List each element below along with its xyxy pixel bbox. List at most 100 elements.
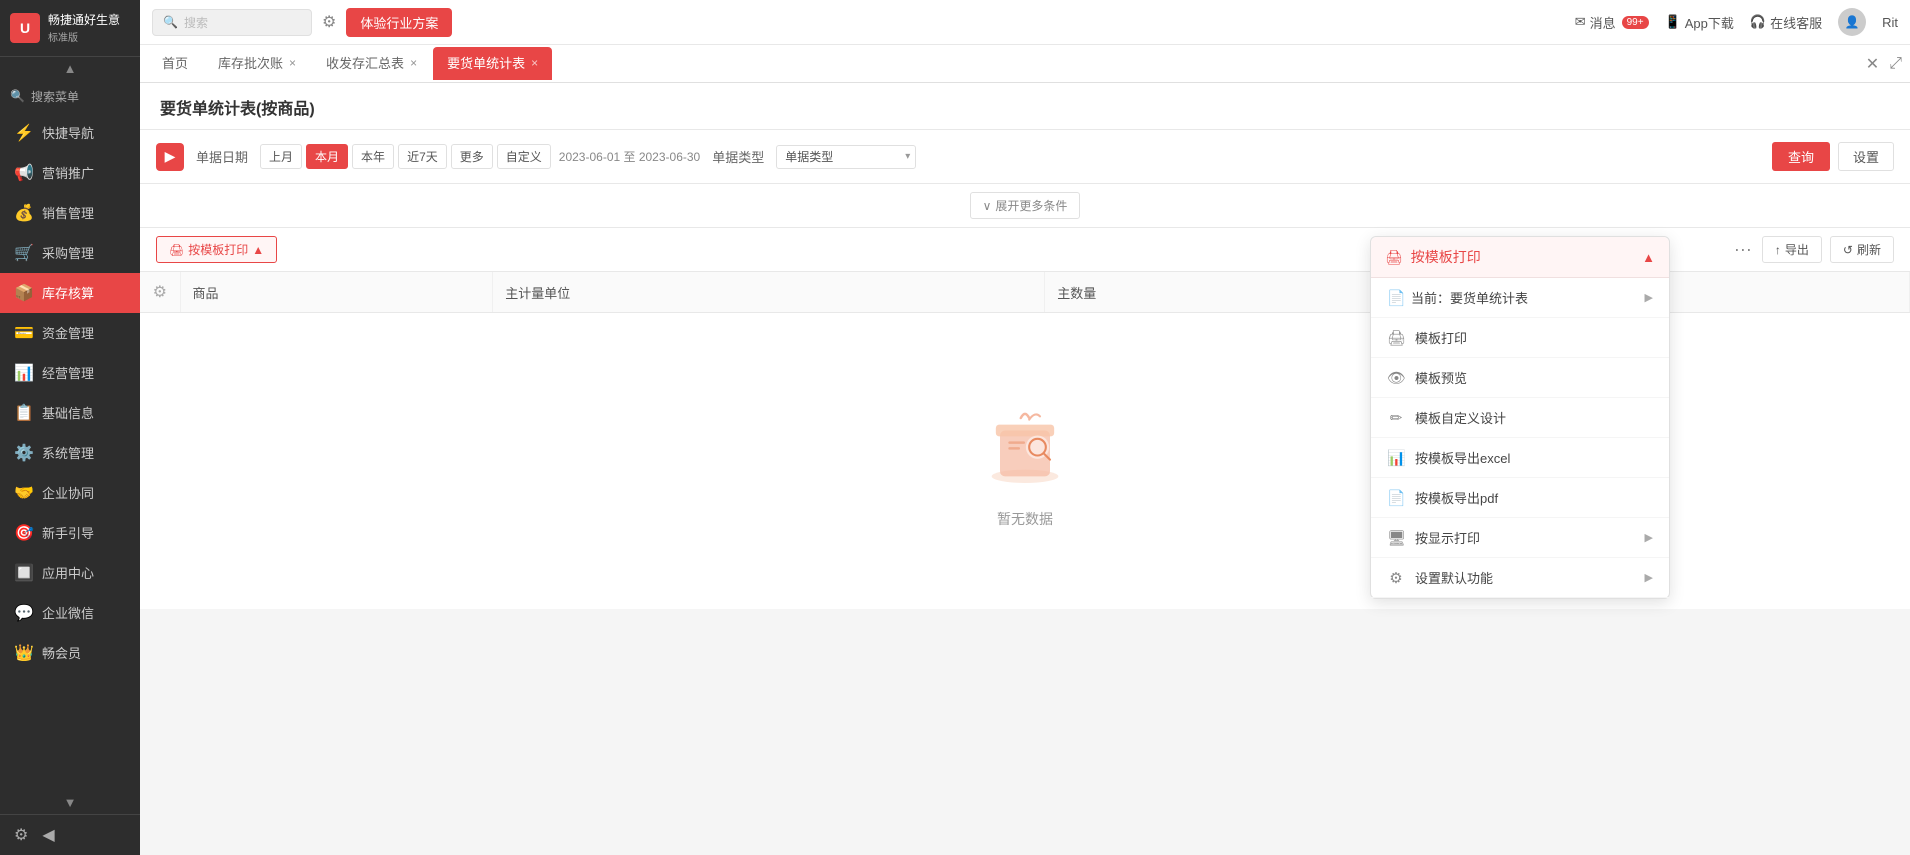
filter-more-date-btn[interactable]: 更多 [451, 144, 493, 169]
sidebar-item-operation[interactable]: 📊 经营管理 [0, 353, 140, 393]
dropdown-template-design[interactable]: ✏ 模板自定义设计 [1371, 398, 1669, 438]
online-service-icon: 🎧 [1750, 14, 1766, 30]
sidebar-item-appstore-label: 应用中心 [42, 563, 94, 582]
topbar-app-download[interactable]: 📱 App下载 [1665, 13, 1734, 32]
app-name-block: 畅捷通好生意 标准版 [48, 12, 120, 44]
display-print-icon: 🖥 [1387, 529, 1405, 547]
filter-bill-type-select[interactable]: 单据类型 [776, 145, 916, 169]
expand-more-label: 展开更多条件 [995, 197, 1067, 214]
sidebar-collapse-icon[interactable]: ◀ [42, 825, 54, 845]
dropdown-display-print[interactable]: 🖥 按显示打印 ▶ [1371, 518, 1669, 558]
filter-date-group: 上月 本月 本年 近7天 更多 自定义 2023-06-01 至 2023-06… [260, 144, 700, 169]
member-icon: 👑 [14, 643, 34, 663]
sidebar-item-enterprise[interactable]: 🤝 企业协同 [0, 473, 140, 513]
dropdown-export-pdf[interactable]: 📄 按模板导出pdf [1371, 478, 1669, 518]
sidebar-search[interactable]: 🔍 搜索菜单 [0, 80, 140, 113]
sidebar-scroll-down[interactable]: ▼ [0, 791, 140, 814]
sidebar-item-wechat-label: 企业微信 [42, 603, 94, 622]
expand-more-btn[interactable]: ∨ 展开更多条件 [970, 192, 1081, 219]
display-print-arrow: ▶ [1645, 531, 1653, 544]
dropdown-panel-title: 🖨 按模板打印 [1385, 247, 1481, 267]
tab-close-all-icon[interactable]: ✕ [1866, 54, 1879, 74]
sidebar-item-purchase[interactable]: 🛒 采购管理 [0, 233, 140, 273]
filter-expand-btn[interactable]: ▶ [156, 143, 184, 171]
dropdown-panel-close-icon[interactable]: ▲ [1642, 250, 1655, 265]
tab-inventory-batch-close[interactable]: × [289, 56, 296, 70]
topbar-search-icon: 🔍 [163, 15, 178, 29]
sidebar-item-marketing-label: 营销推广 [42, 163, 94, 182]
toolbar-more-btn[interactable]: ··· [1732, 237, 1754, 262]
topbar-message[interactable]: ✉ 消息 99+ [1575, 13, 1649, 32]
sidebar-scroll-up[interactable]: ▲ [0, 57, 140, 80]
dropdown-export-excel[interactable]: 📊 按模板导出excel [1371, 438, 1669, 478]
sidebar-item-system[interactable]: ⚙️ 系统管理 [0, 433, 140, 473]
template-preview-icon: 👁 [1387, 369, 1405, 387]
purchase-icon: 🛒 [14, 243, 34, 263]
topbar-username[interactable]: Rit [1882, 15, 1898, 30]
topbar-search-placeholder: 搜索 [184, 14, 208, 31]
dropdown-sub-left: 📄 当前：要货单统计表 [1387, 288, 1528, 307]
export-btn[interactable]: ↑ 导出 [1762, 236, 1822, 263]
sidebar-item-sales[interactable]: 💰 销售管理 [0, 193, 140, 233]
main-area: 🔍 搜索 ⚙ 体验行业方案 ✉ 消息 99+ 📱 App下载 🎧 在线客服 👤 … [140, 0, 1910, 855]
export-excel-icon: 📊 [1387, 449, 1405, 467]
tab-inventory-batch[interactable]: 库存批次账 × [204, 47, 310, 80]
search-icon: 🔍 [10, 89, 25, 103]
table-toolbar: 🖨 按模板打印 ▲ ··· ↑ 导出 ↺ 刷新 🖨 按模板打印 [140, 228, 1910, 272]
sidebar-item-basic[interactable]: 📋 基础信息 [0, 393, 140, 433]
sidebar-item-quick-nav[interactable]: ⚡ 快捷导航 [0, 113, 140, 153]
sidebar-settings-icon[interactable]: ⚙ [14, 825, 28, 845]
sidebar-item-wechat[interactable]: 💬 企业微信 [0, 593, 140, 633]
filter-custom-date-btn[interactable]: 自定义 [497, 144, 551, 169]
settings-btn[interactable]: 设置 [1838, 142, 1894, 171]
dropdown-default-settings[interactable]: ⚙ 设置默认功能 ▶ [1371, 558, 1669, 598]
topbar-gear-icon[interactable]: ⚙ [322, 12, 336, 32]
tab-receipt-summary[interactable]: 收发存汇总表 × [312, 47, 431, 80]
tab-receipt-summary-close[interactable]: × [410, 56, 417, 70]
dropdown-template-print[interactable]: 🖨 模板打印 [1371, 318, 1669, 358]
sidebar-item-member[interactable]: 👑 畅会员 [0, 633, 140, 673]
basic-icon: 📋 [14, 403, 34, 423]
table-col-goods: 商品 [180, 272, 493, 313]
query-btn[interactable]: 查询 [1772, 142, 1830, 171]
tab-order-stats-close[interactable]: × [531, 56, 538, 70]
topbar-avatar[interactable]: 👤 [1838, 8, 1866, 36]
display-print-label: 按显示打印 [1415, 528, 1480, 547]
sidebar-item-appstore[interactable]: 🔲 应用中心 [0, 553, 140, 593]
tab-inventory-batch-label: 库存批次账 [218, 53, 283, 72]
dropdown-template-preview[interactable]: 👁 模板预览 [1371, 358, 1669, 398]
sidebar-item-operation-label: 经营管理 [42, 363, 94, 382]
tab-order-stats[interactable]: 要货单统计表 × [433, 47, 552, 80]
expand-bar: ∨ 展开更多条件 [140, 184, 1910, 228]
sidebar-item-marketing[interactable]: 📢 营销推广 [0, 153, 140, 193]
filter-current-year-btn[interactable]: 本年 [352, 144, 394, 169]
inventory-icon: 📦 [14, 283, 34, 303]
template-preview-label: 模板预览 [1415, 368, 1467, 387]
table-settings-icon[interactable]: ⚙ [153, 284, 167, 301]
dropdown-panel-header: 🖨 按模板打印 ▲ [1371, 237, 1669, 278]
trial-btn[interactable]: 体验行业方案 [346, 8, 452, 37]
topbar-online-service[interactable]: 🎧 在线客服 [1750, 13, 1822, 32]
sidebar-item-finance[interactable]: 💳 资金管理 [0, 313, 140, 353]
current-template-arrow: ▶ [1645, 291, 1653, 304]
filter-last-7-days-btn[interactable]: 近7天 [398, 144, 447, 169]
sidebar-item-inventory[interactable]: 📦 库存核算 [0, 273, 140, 313]
print-template-btn[interactable]: 🖨 按模板打印 ▲ [156, 236, 277, 263]
table-col-unit: 主计量单位 [493, 272, 1045, 313]
topbar-app-download-label: App下载 [1685, 13, 1734, 32]
display-print-left: 🖥 按显示打印 [1387, 528, 1480, 547]
tab-maximize-icon[interactable]: ⤢ [1889, 55, 1902, 73]
sidebar-item-member-label: 畅会员 [42, 643, 81, 662]
topbar-message-label: 消息 [1590, 13, 1616, 32]
topbar-search[interactable]: 🔍 搜索 [152, 9, 312, 36]
sidebar-item-newbie[interactable]: 🎯 新手引导 [0, 513, 140, 553]
filter-current-month-btn[interactable]: 本月 [306, 144, 348, 169]
dropdown-current-template[interactable]: 📄 当前：要货单统计表 ▶ [1371, 278, 1669, 318]
enterprise-icon: 🤝 [14, 483, 34, 503]
current-template-label: 当前：要货单统计表 [1411, 288, 1528, 307]
filter-bill-type-wrap: 单据类型 [776, 145, 916, 169]
tab-home[interactable]: 首页 [148, 47, 202, 80]
refresh-btn[interactable]: ↺ 刷新 [1830, 236, 1894, 263]
filter-last-month-btn[interactable]: 上月 [260, 144, 302, 169]
app-download-icon: 📱 [1665, 14, 1681, 30]
